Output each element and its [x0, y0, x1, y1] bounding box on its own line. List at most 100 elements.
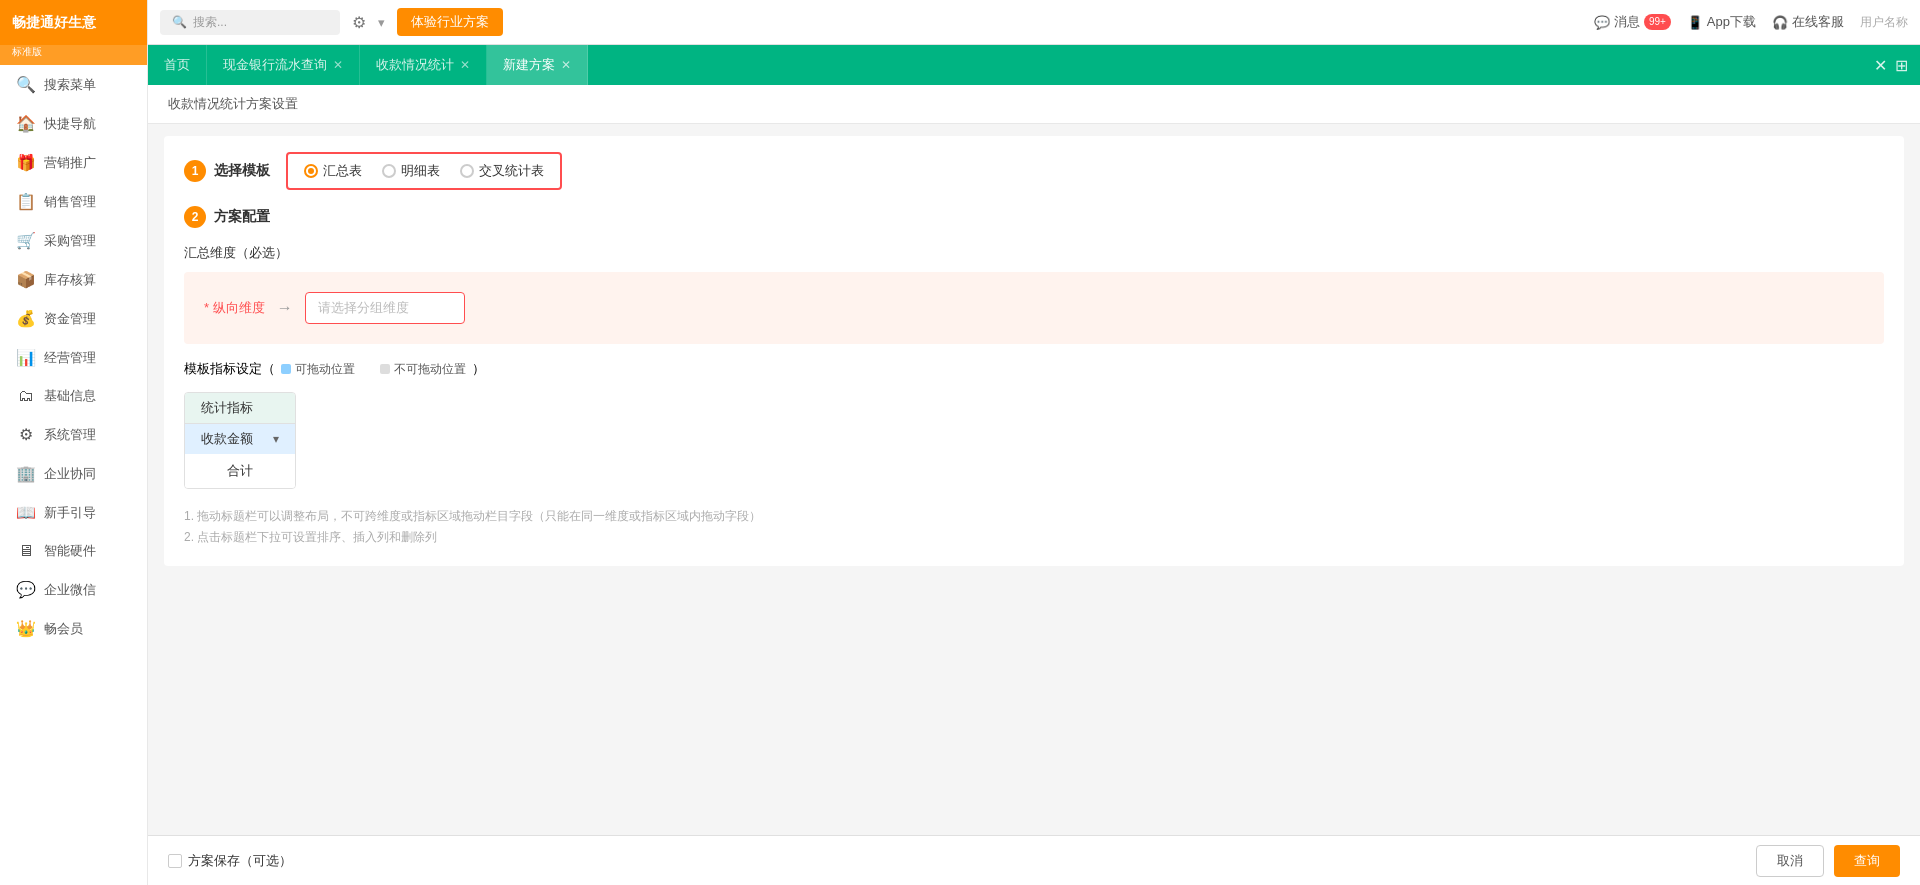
- maximize-window-icon[interactable]: ⊞: [1895, 56, 1908, 75]
- settings-icon[interactable]: ⚙: [352, 13, 366, 32]
- tab-new-plan[interactable]: 新建方案 ✕: [487, 45, 588, 85]
- cancel-button[interactable]: 取消: [1756, 845, 1824, 877]
- radio-detail[interactable]: [382, 164, 396, 178]
- movable-badge: 可拖动位置: [281, 361, 355, 378]
- bottom-panel: 方案保存（可选） 取消 查询: [148, 835, 1920, 885]
- sidebar-item-purchase[interactable]: 🛒 采购管理: [0, 221, 147, 260]
- stat-col-header[interactable]: 收款金额 ▾: [185, 424, 295, 454]
- save-checkbox[interactable]: [168, 854, 182, 868]
- service-label: 在线客服: [1792, 13, 1844, 31]
- gear-icon: ⚙: [16, 425, 36, 444]
- service-icon: 🎧: [1772, 15, 1788, 30]
- sidebar-item-label: 新手引导: [44, 504, 96, 522]
- app-download-btn[interactable]: 📱 App下载: [1687, 13, 1756, 31]
- sidebar-item-basic[interactable]: 🗂 基础信息: [0, 377, 147, 415]
- metrics-table: 统计指标 收款金额 ▾ 合计: [184, 392, 296, 489]
- tab-bank[interactable]: 现金银行流水查询 ✕: [207, 45, 360, 85]
- sidebar-item-label: 资金管理: [44, 310, 96, 328]
- dimension-select[interactable]: 请选择分组维度: [305, 292, 465, 324]
- step1-num: 1: [184, 160, 206, 182]
- radio-summary[interactable]: [304, 164, 318, 178]
- logo-text: 畅捷通好生意: [12, 14, 96, 32]
- tab-new-plan-close[interactable]: ✕: [561, 58, 571, 72]
- movable-dot: [281, 364, 291, 374]
- user-name: 用户名称: [1860, 14, 1908, 31]
- main-section: 1 选择模板 汇总表 明细表 交叉统计表: [164, 136, 1904, 566]
- tab-bank-label: 现金银行流水查询: [223, 56, 327, 74]
- close-window-icon[interactable]: ✕: [1874, 56, 1887, 75]
- sidebar-item-sales[interactable]: 📋 销售管理: [0, 182, 147, 221]
- app-label: App下载: [1707, 13, 1756, 31]
- option-summary[interactable]: 汇总表: [304, 162, 362, 180]
- sidebar-item-label: 智能硬件: [44, 542, 96, 560]
- sidebar-item-label: 企业协同: [44, 465, 96, 483]
- option-detail-label: 明细表: [401, 162, 440, 180]
- message-icon: 💬: [1594, 15, 1610, 30]
- tab-stats-close[interactable]: ✕: [460, 58, 470, 72]
- sidebar-item-member[interactable]: 👑 畅会员: [0, 609, 147, 648]
- gift-icon: 🎁: [16, 153, 36, 172]
- tab-bank-close[interactable]: ✕: [333, 58, 343, 72]
- sidebar-item-hardware[interactable]: 🖥 智能硬件: [0, 532, 147, 570]
- sidebar-item-label: 畅会员: [44, 620, 83, 638]
- sidebar-logo-sub: 标准版: [0, 45, 147, 65]
- dimension-select-placeholder: 请选择分组维度: [318, 300, 409, 315]
- sidebar-item-label: 快捷导航: [44, 115, 96, 133]
- message-btn[interactable]: 💬 消息 99+: [1594, 13, 1671, 31]
- tab-home[interactable]: 首页: [148, 45, 207, 85]
- dimension-area: * 纵向维度 → 请选择分组维度: [184, 272, 1884, 344]
- metrics-close-paren: ）: [472, 360, 485, 378]
- sidebar-item-quick-nav[interactable]: 🏠 快捷导航: [0, 104, 147, 143]
- vertical-dimension-row: * 纵向维度 → 请选择分组维度: [204, 292, 1864, 324]
- metrics-section-label: 模板指标设定（: [184, 360, 275, 378]
- main-area: 🔍 搜索... ⚙ ▾ 体验行业方案 💬 消息 99+ 📱 App下载 🎧 在线…: [148, 0, 1920, 885]
- chevron-down-icon[interactable]: ▾: [378, 15, 385, 30]
- tab-stats-label: 收款情况统计: [376, 56, 454, 74]
- radio-cross[interactable]: [460, 164, 474, 178]
- query-button[interactable]: 查询: [1834, 845, 1900, 877]
- sidebar-item-system[interactable]: ⚙ 系统管理: [0, 415, 147, 454]
- metrics-label-row: 模板指标设定（ 可拖动位置 不可拖动位置 ）: [184, 360, 1884, 378]
- sidebar-item-inventory[interactable]: 📦 库存核算: [0, 260, 147, 299]
- topbar-search-box[interactable]: 🔍 搜索...: [160, 10, 340, 35]
- metrics-header: 统计指标: [185, 393, 295, 424]
- sidebar-item-label: 经营管理: [44, 349, 96, 367]
- sidebar-item-label: 系统管理: [44, 426, 96, 444]
- arrow-icon: →: [277, 299, 293, 317]
- search-icon-topbar: 🔍: [172, 15, 187, 29]
- sidebar-item-label: 基础信息: [44, 387, 96, 405]
- page-header: 收款情况统计方案设置: [148, 85, 1920, 124]
- content-area: 收款情况统计方案设置 1 选择模板 汇总表 明细表: [148, 85, 1920, 885]
- stat-col-label: 收款金额: [201, 430, 253, 448]
- config-section: 汇总维度（必选） * 纵向维度 → 请选择分组维度 模板指标设定（: [184, 244, 1884, 546]
- building-icon: 🏢: [16, 464, 36, 483]
- option-cross[interactable]: 交叉统计表: [460, 162, 544, 180]
- topbar-right: 💬 消息 99+ 📱 App下载 🎧 在线客服 用户名称: [1594, 13, 1908, 31]
- trial-button[interactable]: 体验行业方案: [397, 8, 503, 36]
- tip-line1: 1. 拖动标题栏可以调整布局，不可跨维度或指标区域拖动栏目字段（只能在同一维度或…: [184, 508, 1884, 525]
- sidebar-item-guide[interactable]: 📖 新手引导: [0, 493, 147, 532]
- crown-icon: 👑: [16, 619, 36, 638]
- vertical-dimension-label: * 纵向维度: [204, 299, 265, 317]
- metrics-separator: [361, 360, 374, 378]
- sidebar-item-finance[interactable]: 💰 资金管理: [0, 299, 147, 338]
- sidebar-item-corp[interactable]: 🏢 企业协同: [0, 454, 147, 493]
- save-checkbox-row[interactable]: 方案保存（可选）: [168, 852, 292, 870]
- tab-stats[interactable]: 收款情况统计 ✕: [360, 45, 487, 85]
- tabbar-window-controls: ✕ ⊞: [1862, 45, 1920, 85]
- sidebar-item-operation[interactable]: 📊 经营管理: [0, 338, 147, 377]
- option-detail[interactable]: 明细表: [382, 162, 440, 180]
- sidebar-item-search[interactable]: 🔍 搜索菜单: [0, 65, 147, 104]
- movable-label: 可拖动位置: [295, 361, 355, 378]
- stat-row-label: 合计: [227, 463, 253, 478]
- clipboard-icon: 📋: [16, 192, 36, 211]
- chevron-down-icon[interactable]: ▾: [273, 432, 279, 446]
- unmovable-label: 不可拖动位置: [394, 361, 466, 378]
- sidebar-item-label: 销售管理: [44, 193, 96, 211]
- book-icon: 📖: [16, 503, 36, 522]
- cart-icon: 🛒: [16, 231, 36, 250]
- online-service-btn[interactable]: 🎧 在线客服: [1772, 13, 1844, 31]
- sidebar-item-wechat[interactable]: 💬 企业微信: [0, 570, 147, 609]
- sidebar-item-marketing[interactable]: 🎁 营销推广: [0, 143, 147, 182]
- dimension-label-text: 汇总维度（必选）: [184, 245, 288, 260]
